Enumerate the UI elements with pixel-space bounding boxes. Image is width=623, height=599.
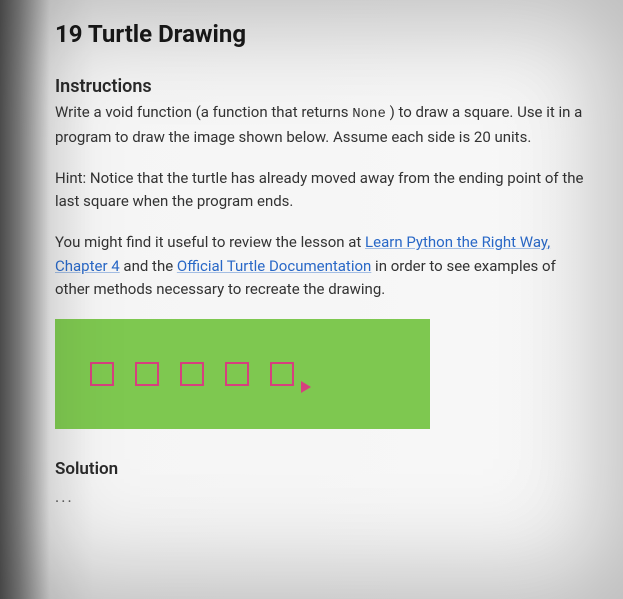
turtle-cursor-icon [301, 381, 311, 393]
turtle-output-image [55, 319, 430, 429]
drawn-square [270, 362, 294, 386]
drawn-square [135, 362, 159, 386]
text-segment: Write a void function (a function that r… [55, 103, 352, 121]
instruction-paragraph-hint: Hint: Notice that the turtle has already… [55, 167, 593, 214]
instruction-paragraph-links: You might find it useful to review the l… [55, 231, 593, 301]
code-none: None [352, 106, 386, 122]
text-segment: You might find it useful to review the l… [55, 233, 365, 251]
page-title: 19 Turtle Drawing [55, 20, 593, 48]
instructions-heading: Instructions [55, 76, 593, 97]
drawn-square [90, 362, 114, 386]
drawn-square [180, 362, 204, 386]
link-turtle-docs[interactable]: Official Turtle Documentation [177, 257, 371, 275]
text-segment: and the [120, 257, 177, 275]
instruction-paragraph-1: Write a void function (a function that r… [55, 101, 593, 149]
drawn-square [225, 362, 249, 386]
solution-heading: Solution [55, 459, 593, 479]
solution-ellipsis: ... [55, 487, 593, 506]
